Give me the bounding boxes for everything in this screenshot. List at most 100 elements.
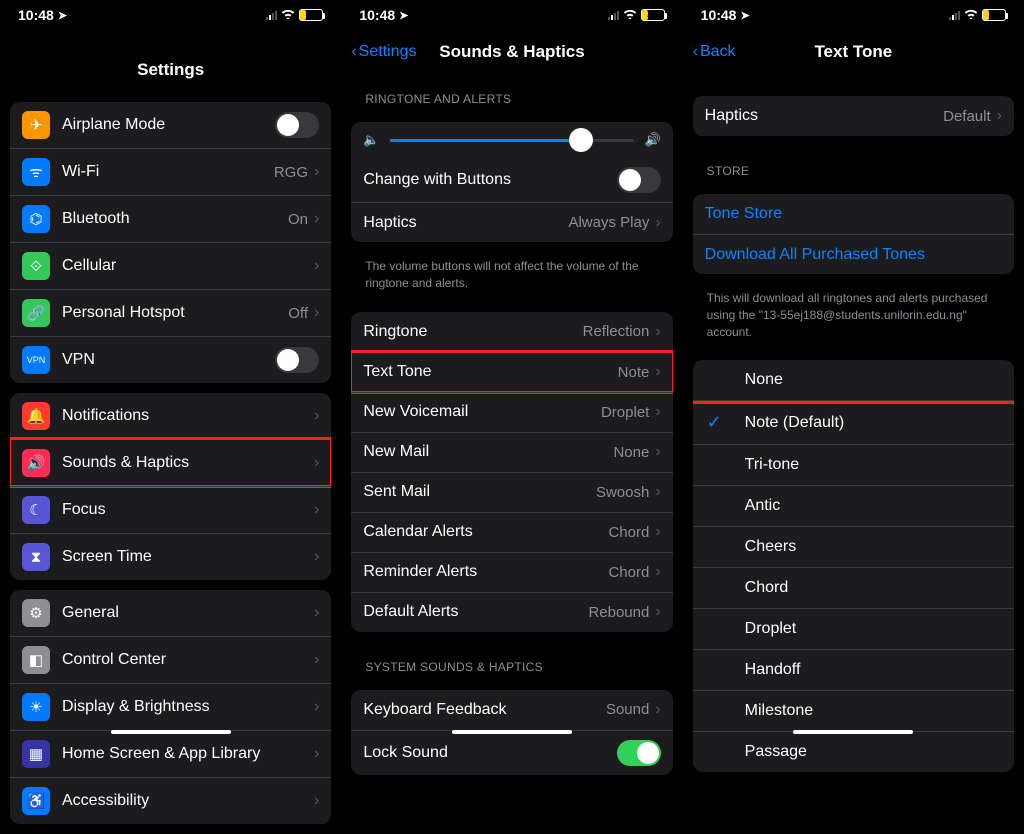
row-ringtone[interactable]: Ringtone Reflection › xyxy=(351,312,672,352)
chevron-right-icon: › xyxy=(314,792,319,810)
row-airplane-mode[interactable]: ✈Airplane Mode xyxy=(10,102,331,148)
sounds-group: Ringtone Reflection ›Text Tone Note ›New… xyxy=(351,312,672,632)
row-download-all-purchased-tones[interactable]: Download All Purchased Tones xyxy=(693,234,1014,274)
chevron-right-icon: › xyxy=(997,107,1002,125)
wifi-icon xyxy=(281,8,295,22)
row-default-alerts[interactable]: Default Alerts Rebound › xyxy=(351,592,672,632)
✈-icon: ✈ xyxy=(22,111,50,139)
tones-group: None✓Note (Default)Tri-toneAnticCheersCh… xyxy=(693,360,1014,772)
battery-icon: 21 xyxy=(982,9,1006,21)
home-icon: ▦ xyxy=(22,740,50,768)
row-new-mail[interactable]: New Mail None › xyxy=(351,432,672,472)
row-bluetooth[interactable]: ⌬BluetoothOn› xyxy=(10,195,331,242)
store-group: Tone StoreDownload All Purchased Tones xyxy=(693,194,1014,274)
row-personal-hotspot[interactable]: 🔗Personal HotspotOff› xyxy=(10,289,331,336)
ant-icon: ⟐ xyxy=(22,252,50,280)
wifi-icon xyxy=(623,8,637,22)
row-focus[interactable]: ☾Focus› xyxy=(10,486,331,533)
chevron-right-icon: › xyxy=(314,257,319,275)
home-indicator[interactable] xyxy=(111,730,231,734)
speaker-high-icon: 🔊 xyxy=(644,132,660,148)
chevron-left-icon: ‹ xyxy=(693,43,698,61)
bt-icon: ⌬ xyxy=(22,205,50,233)
row-wi-fi[interactable]: ᯤWi-FiRGG› xyxy=(10,148,331,195)
chevron-left-icon: ‹ xyxy=(351,43,356,61)
home-indicator[interactable] xyxy=(452,730,572,734)
bell-icon: 🔔 xyxy=(22,402,50,430)
row-general[interactable]: ⚙General› xyxy=(10,590,331,636)
tone-milestone[interactable]: Milestone xyxy=(693,690,1014,731)
row-control-center[interactable]: ◧Control Center› xyxy=(10,636,331,683)
row-haptics[interactable]: Haptics Default › xyxy=(693,96,1014,136)
status-bar: 10:48 ➤ 21 xyxy=(683,0,1024,30)
chevron-right-icon: › xyxy=(655,563,660,581)
row-screen-time[interactable]: ⧗Screen Time› xyxy=(10,533,331,580)
settings-group-general: ⚙General›◧Control Center›☀Display & Brig… xyxy=(10,590,331,824)
row-change-with-buttons[interactable]: Change with Buttons xyxy=(351,158,672,202)
header: Settings xyxy=(0,48,341,92)
row-text-tone[interactable]: Text Tone Note › xyxy=(351,352,672,392)
hour-icon: ⧗ xyxy=(22,543,50,571)
signal-icon xyxy=(608,11,619,20)
back-button[interactable]: ‹ Settings xyxy=(351,43,416,61)
row-accessibility[interactable]: ♿Accessibility› xyxy=(10,777,331,824)
row-vpn[interactable]: VPNVPN xyxy=(10,336,331,383)
tone-tri-tone[interactable]: Tri-tone xyxy=(693,444,1014,485)
vpn-icon: VPN xyxy=(22,346,50,374)
gear-icon: ⚙ xyxy=(22,599,50,627)
row-new-voicemail[interactable]: New Voicemail Droplet › xyxy=(351,392,672,432)
toggle[interactable] xyxy=(617,740,661,766)
acc-icon: ♿ xyxy=(22,787,50,815)
row-lock-sound[interactable]: Lock Sound xyxy=(351,730,672,775)
tone-note-default-[interactable]: ✓Note (Default) xyxy=(693,400,1014,444)
settings-group-notifications: 🔔Notifications›🔊Sounds & Haptics›☾Focus›… xyxy=(10,393,331,580)
status-time: 10:48 xyxy=(701,7,737,23)
tone-antic[interactable]: Antic xyxy=(693,485,1014,526)
row-haptics[interactable]: Haptics Always Play › xyxy=(351,202,672,242)
toggle-change-with-buttons[interactable] xyxy=(617,167,661,193)
tone-handoff[interactable]: Handoff xyxy=(693,649,1014,690)
status-time: 10:48 xyxy=(359,7,395,23)
row-calendar-alerts[interactable]: Calendar Alerts Chord › xyxy=(351,512,672,552)
phone-settings: 10:48 ➤ 21 Settings ✈Airplane ModeᯤWi-Fi… xyxy=(0,0,341,738)
chevron-right-icon: › xyxy=(314,501,319,519)
chevron-right-icon: › xyxy=(314,407,319,425)
chevron-right-icon: › xyxy=(314,210,319,228)
page-title: Sounds & Haptics xyxy=(439,42,584,62)
row-home-screen-app-library[interactable]: ▦Home Screen & App Library› xyxy=(10,730,331,777)
row-sounds-haptics[interactable]: 🔊Sounds & Haptics› xyxy=(10,439,331,486)
chevron-right-icon: › xyxy=(655,483,660,501)
volume-slider[interactable] xyxy=(390,139,635,142)
tone-cheers[interactable]: Cheers xyxy=(693,526,1014,567)
chevron-right-icon: › xyxy=(655,701,660,719)
tone-chord[interactable]: Chord xyxy=(693,567,1014,608)
battery-icon: 21 xyxy=(299,9,323,21)
section-header-system: SYSTEM SOUNDS & HAPTICS xyxy=(351,642,672,680)
tone-none[interactable]: None xyxy=(693,360,1014,400)
row-tone-store[interactable]: Tone Store xyxy=(693,194,1014,234)
wifi-icon xyxy=(964,8,978,22)
row-display-brightness[interactable]: ☀Display & Brightness› xyxy=(10,683,331,730)
row-cellular[interactable]: ⟐Cellular› xyxy=(10,242,331,289)
wifi-icon: ᯤ xyxy=(22,158,50,186)
chevron-right-icon: › xyxy=(314,304,319,322)
row-reminder-alerts[interactable]: Reminder Alerts Chord › xyxy=(351,552,672,592)
haptics-group: Haptics Default › xyxy=(693,96,1014,136)
tone-droplet[interactable]: Droplet xyxy=(693,608,1014,649)
header: ‹ Settings Sounds & Haptics xyxy=(341,30,682,74)
row-keyboard-feedback[interactable]: Keyboard FeedbackSound› xyxy=(351,690,672,730)
toggle[interactable] xyxy=(275,347,319,373)
row-sent-mail[interactable]: Sent Mail Swoosh › xyxy=(351,472,672,512)
chevron-right-icon: › xyxy=(314,163,319,181)
status-bar: 10:48 ➤ 21 xyxy=(0,0,341,30)
chevron-right-icon: › xyxy=(655,363,660,381)
row-notifications[interactable]: 🔔Notifications› xyxy=(10,393,331,439)
location-icon: ➤ xyxy=(399,9,408,22)
location-icon: ➤ xyxy=(740,9,749,22)
toggle[interactable] xyxy=(275,112,319,138)
chevron-right-icon: › xyxy=(314,548,319,566)
chevron-right-icon: › xyxy=(655,403,660,421)
home-indicator[interactable] xyxy=(793,730,913,734)
back-button[interactable]: ‹ Back xyxy=(693,43,736,61)
snd-icon: 🔊 xyxy=(22,449,50,477)
